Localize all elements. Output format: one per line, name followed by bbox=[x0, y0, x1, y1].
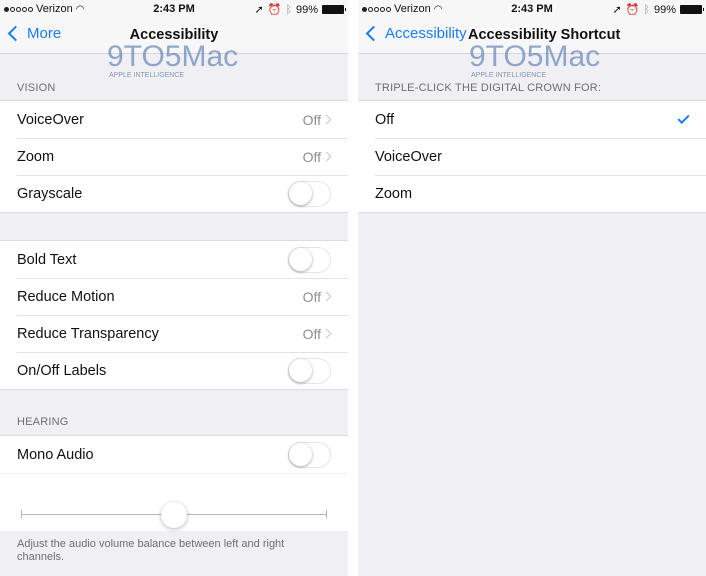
option-voiceover[interactable]: VoiceOver bbox=[358, 138, 706, 175]
battery-percent: 99% bbox=[295, 3, 318, 16]
back-button-accessibility[interactable]: Accessibility bbox=[365, 25, 467, 42]
row-voiceover[interactable]: VoiceOver Off bbox=[0, 101, 348, 138]
back-label: Accessibility bbox=[385, 25, 467, 42]
row-reduce-motion[interactable]: Reduce Motion Off bbox=[0, 278, 348, 315]
balance-slider[interactable] bbox=[0, 473, 348, 531]
bluetooth-icon: ᛒ bbox=[643, 3, 650, 16]
row-on-off-labels: On/Off Labels bbox=[0, 352, 348, 389]
nav-bar: Accessibility Accessibility Shortcut bbox=[358, 18, 706, 54]
section-header-vision: VISION bbox=[17, 82, 56, 94]
accessibility-shortcut-screen: Verizon ◠ 2:43 PM ➚ ⏰ ᛒ 99% Accessibilit… bbox=[358, 0, 706, 576]
chevron-right-icon bbox=[321, 291, 332, 302]
row-bold-text: Bold Text bbox=[0, 241, 348, 278]
battery-icon bbox=[680, 5, 704, 14]
row-grayscale: Grayscale bbox=[0, 175, 348, 212]
voiceover-value: Off bbox=[302, 111, 321, 128]
status-icons: ➚ ⏰ ᛒ 99% bbox=[254, 3, 346, 16]
display-group: Bold Text Reduce Motion Off Reduce Trans… bbox=[0, 240, 348, 390]
slider-thumb[interactable] bbox=[161, 502, 187, 528]
status-bar: Verizon ◠ 2:43 PM ➚ ⏰ ᛒ 99% bbox=[0, 0, 348, 18]
chevron-left-icon bbox=[365, 25, 382, 42]
chevron-right-icon bbox=[321, 114, 332, 125]
vision-group: VoiceOver Off Zoom Off Grayscale bbox=[0, 100, 348, 213]
battery-percent: 99% bbox=[653, 3, 676, 16]
reduce-transparency-value: Off bbox=[302, 325, 321, 342]
page-title: Accessibility bbox=[129, 27, 219, 43]
hearing-group: Mono Audio bbox=[0, 435, 348, 531]
status-bar: Verizon ◠ 2:43 PM ➚ ⏰ ᛒ 99% bbox=[358, 0, 706, 18]
slider-tick-left bbox=[21, 510, 22, 518]
chevron-right-icon bbox=[321, 151, 332, 162]
reduce-motion-value: Off bbox=[302, 288, 321, 305]
alarm-icon: ⏰ bbox=[625, 4, 640, 16]
grayscale-toggle[interactable] bbox=[288, 180, 331, 207]
bluetooth-icon: ᛒ bbox=[285, 3, 292, 16]
zoom-value: Off bbox=[302, 148, 321, 165]
balance-footer: Adjust the audio volume balance between … bbox=[17, 538, 285, 563]
panel-divider bbox=[348, 0, 358, 576]
option-zoom[interactable]: Zoom bbox=[358, 175, 706, 212]
shortcut-options-group: Off VoiceOver Zoom bbox=[358, 100, 706, 213]
section-header-hearing: HEARING bbox=[17, 416, 69, 428]
nav-bar: More Accessibility bbox=[0, 18, 348, 54]
chevron-right-icon bbox=[321, 328, 332, 339]
location-icon: ➚ bbox=[254, 4, 264, 16]
battery-icon bbox=[322, 5, 346, 14]
status-icons: ➚ ⏰ ᛒ 99% bbox=[612, 3, 704, 16]
page-title: Accessibility Shortcut bbox=[468, 27, 621, 43]
accessibility-screen: Verizon ◠ 2:43 PM ➚ ⏰ ᛒ 99% More Accessi… bbox=[0, 0, 348, 576]
option-off[interactable]: Off bbox=[358, 101, 706, 138]
on-off-labels-toggle[interactable] bbox=[288, 357, 331, 384]
alarm-icon: ⏰ bbox=[267, 4, 282, 16]
bold-text-toggle[interactable] bbox=[288, 246, 331, 273]
row-zoom[interactable]: Zoom Off bbox=[0, 138, 348, 175]
section-header-triple-click: TRIPLE-CLICK THE DIGITAL CROWN FOR: bbox=[375, 82, 602, 94]
row-mono-audio: Mono Audio bbox=[0, 436, 348, 473]
mono-audio-toggle[interactable] bbox=[288, 441, 331, 468]
row-reduce-transparency[interactable]: Reduce Transparency Off bbox=[0, 315, 348, 352]
location-icon: ➚ bbox=[612, 4, 622, 16]
checkmark-icon bbox=[677, 111, 690, 125]
slider-tick-right bbox=[326, 510, 327, 518]
